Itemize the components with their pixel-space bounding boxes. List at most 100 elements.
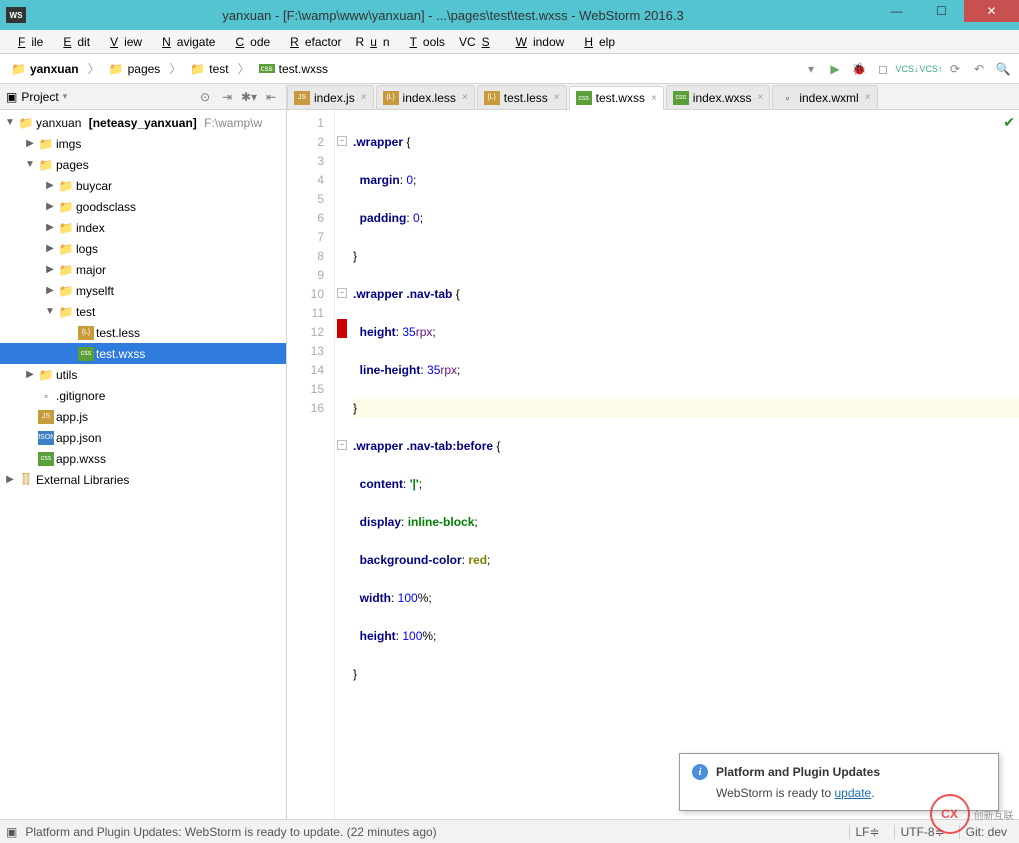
file-icon: ▫ xyxy=(38,389,54,403)
tree-item-test-wxss[interactable]: css test.wxss xyxy=(0,343,286,364)
css-icon: css xyxy=(673,91,689,105)
window-title: yanxuan - [F:\wamp\www\yanxuan] - ...\pa… xyxy=(32,8,874,23)
folder-icon: 📁 xyxy=(18,116,34,130)
menu-help[interactable]: Help xyxy=(572,33,621,51)
code-editor[interactable]: ✔ 12345678910111213141516 −.wrapper { ma… xyxy=(287,110,1019,819)
status-icon[interactable]: ▣ xyxy=(6,825,17,839)
folder-icon: 📁 xyxy=(58,179,74,193)
collapse-all-icon[interactable]: ⊙ xyxy=(196,88,214,106)
debug-button[interactable]: 🐞 xyxy=(848,58,870,80)
close-tab-icon[interactable]: × xyxy=(462,92,468,103)
tree-item-major[interactable]: ▶📁 major xyxy=(0,259,286,280)
project-tree[interactable]: ▼📁 yanxuan [neteasy_yanxuan] F:\wamp\w ▶… xyxy=(0,110,286,819)
external-libraries[interactable]: ▶⫿⫿ External Libraries xyxy=(0,469,286,490)
vcs-update-button[interactable]: VCS↓ xyxy=(896,58,918,80)
tab-test-less[interactable]: {L}test.less× xyxy=(477,85,567,109)
search-button[interactable]: 🔍 xyxy=(992,58,1014,80)
menu-file[interactable]: File xyxy=(6,33,49,51)
settings-icon[interactable]: ✱▾ xyxy=(240,88,258,106)
menu-run[interactable]: Run xyxy=(350,33,396,51)
folder-icon: 📁 xyxy=(11,62,26,76)
tab-index-js[interactable]: JSindex.js× xyxy=(287,85,374,109)
tab-index-less[interactable]: {L}index.less× xyxy=(376,85,475,109)
color-swatch-icon[interactable] xyxy=(337,319,347,338)
tree-item-test-less[interactable]: {L} test.less xyxy=(0,322,286,343)
undo-button[interactable]: ↶ xyxy=(968,58,990,80)
library-icon: ⫿⫿ xyxy=(18,473,34,487)
dropdown-button[interactable]: ▾ xyxy=(800,58,822,80)
project-sidebar: ▣ Project ▾ ⊙ ⇥ ✱▾ ⇤ ▼📁 yanxuan [neteasy… xyxy=(0,84,287,819)
css-icon: css xyxy=(78,347,94,361)
editor-area: JSindex.js×{L}index.less×{L}test.less×cs… xyxy=(287,84,1019,819)
menu-bar: File Edit View Navigate Code Refactor Ru… xyxy=(0,30,1019,54)
popup-title: Platform and Plugin Updates xyxy=(716,765,880,779)
tree-item-app-js[interactable]: JS app.js xyxy=(0,406,286,427)
folder-icon: 📁 xyxy=(38,368,54,382)
menu-navigate[interactable]: Navigate xyxy=(150,33,221,51)
close-tab-icon[interactable]: × xyxy=(757,92,763,103)
tree-item-app-json[interactable]: JSON app.json xyxy=(0,427,286,448)
menu-window[interactable]: Window xyxy=(504,33,571,51)
menu-code[interactable]: Code xyxy=(223,33,276,51)
tree-item--gitignore[interactable]: ▫ .gitignore xyxy=(0,385,286,406)
navigation-bar: 📁yanxuan 〉 📁pages 〉 📁test 〉 csstest.wxss… xyxy=(0,54,1019,84)
breadcrumb-pages[interactable]: 📁pages xyxy=(102,58,168,80)
status-message: Platform and Plugin Updates: WebStorm is… xyxy=(25,825,436,839)
less-icon: {L} xyxy=(383,91,399,105)
tab-index-wxss[interactable]: cssindex.wxss× xyxy=(666,85,771,109)
chevron-right-icon: 〉 xyxy=(86,60,102,77)
css-file-icon: css xyxy=(259,64,275,73)
file-icon: ▫ xyxy=(779,91,795,105)
folder-icon: 📁 xyxy=(109,62,124,76)
tree-item-logs[interactable]: ▶📁 logs xyxy=(0,238,286,259)
line-gutter: 12345678910111213141516 xyxy=(287,110,335,819)
folder-icon: 📁 xyxy=(58,305,74,319)
line-separator[interactable]: LF≑ xyxy=(849,825,886,839)
tree-item-pages[interactable]: ▼📁 pages xyxy=(0,154,286,175)
menu-refactor[interactable]: Refactor xyxy=(278,33,347,51)
breadcrumb-test[interactable]: 📁test xyxy=(183,58,235,80)
tab-test-wxss[interactable]: csstest.wxss× xyxy=(569,86,664,110)
menu-tools[interactable]: Tools xyxy=(398,33,451,51)
tree-item-myselft[interactable]: ▶📁 myselft xyxy=(0,280,286,301)
scroll-to-icon[interactable]: ⇥ xyxy=(218,88,236,106)
close-button[interactable]: ✕ xyxy=(964,0,1019,22)
minimize-button[interactable]: — xyxy=(874,0,919,22)
vcs-commit-button[interactable]: VCS↑ xyxy=(920,58,942,80)
code-content[interactable]: −.wrapper { margin: 0; padding: 0; } −.w… xyxy=(349,110,1019,819)
close-tab-icon[interactable]: × xyxy=(554,92,560,103)
stop-button[interactable]: ◻ xyxy=(872,58,894,80)
maximize-button[interactable]: ☐ xyxy=(919,0,964,22)
folder-icon: 📁 xyxy=(38,137,54,151)
breadcrumb-root[interactable]: 📁yanxuan xyxy=(4,58,86,80)
tree-item-index[interactable]: ▶📁 index xyxy=(0,217,286,238)
chevron-right-icon: 〉 xyxy=(167,60,183,77)
tree-item-buycar[interactable]: ▶📁 buycar xyxy=(0,175,286,196)
breadcrumb-file[interactable]: csstest.wxss xyxy=(252,58,335,80)
menu-edit[interactable]: Edit xyxy=(51,33,96,51)
tree-item-test[interactable]: ▼📁 test xyxy=(0,301,286,322)
sidebar-title: Project xyxy=(21,90,58,104)
close-tab-icon[interactable]: × xyxy=(651,93,657,104)
folder-icon: 📁 xyxy=(190,62,205,76)
close-tab-icon[interactable]: × xyxy=(865,92,871,103)
hide-icon[interactable]: ⇤ xyxy=(262,88,280,106)
update-link[interactable]: update xyxy=(835,786,872,800)
less-icon: {L} xyxy=(484,91,500,105)
js-icon: JS xyxy=(294,91,310,105)
status-bar: ▣ Platform and Plugin Updates: WebStorm … xyxy=(0,819,1019,843)
sync-button[interactable]: ⟳ xyxy=(944,58,966,80)
tree-item-goodsclass[interactable]: ▶📁 goodsclass xyxy=(0,196,286,217)
menu-vcs[interactable]: VCS xyxy=(453,33,502,51)
main-area: ▣ Project ▾ ⊙ ⇥ ✱▾ ⇤ ▼📁 yanxuan [neteasy… xyxy=(0,84,1019,819)
tree-item-imgs[interactable]: ▶📁 imgs xyxy=(0,133,286,154)
folder-icon: 📁 xyxy=(58,200,74,214)
tab-index-wxml[interactable]: ▫index.wxml× xyxy=(772,85,877,109)
tree-root[interactable]: ▼📁 yanxuan [neteasy_yanxuan] F:\wamp\w xyxy=(0,112,286,133)
menu-view[interactable]: View xyxy=(98,33,148,51)
tree-item-app-wxss[interactable]: css app.wxss xyxy=(0,448,286,469)
watermark: CX 创新互联 xyxy=(924,790,1019,838)
close-tab-icon[interactable]: × xyxy=(361,92,367,103)
tree-item-utils[interactable]: ▶📁 utils xyxy=(0,364,286,385)
run-button[interactable]: ▶ xyxy=(824,58,846,80)
